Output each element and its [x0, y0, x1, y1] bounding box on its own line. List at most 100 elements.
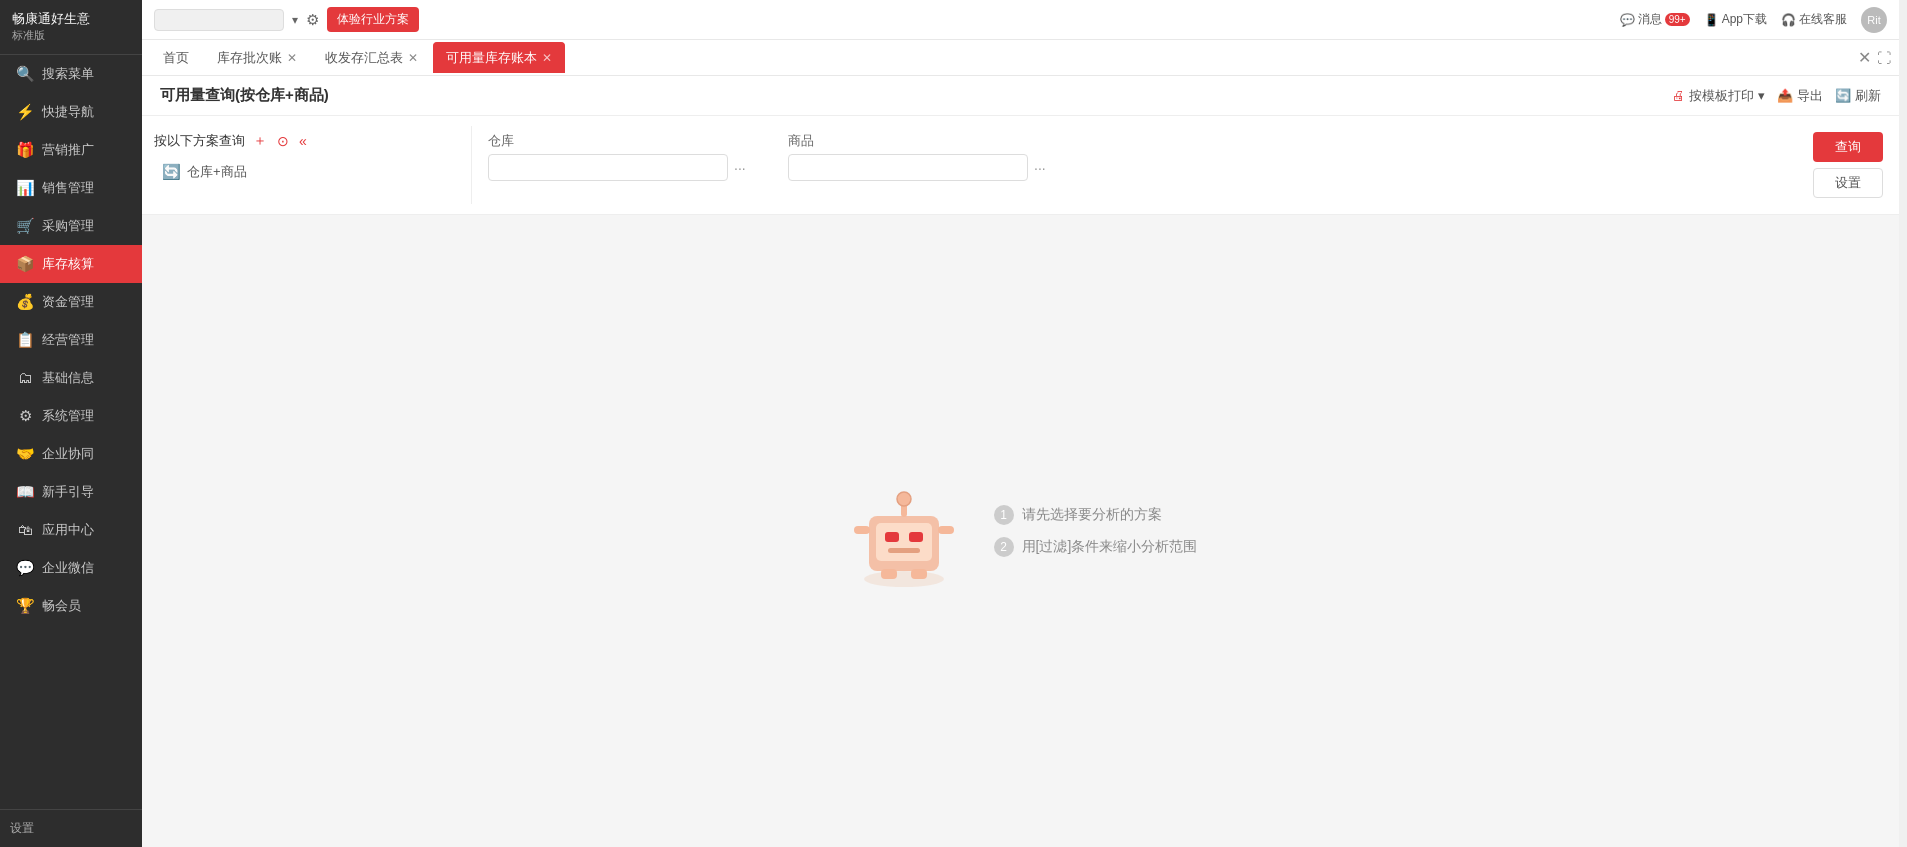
page-actions: 🖨 按模板打印 ▾ 📤 导出 🔄 刷新 [1672, 87, 1881, 105]
svg-rect-5 [888, 548, 920, 553]
right-scrollbar[interactable] [1899, 0, 1907, 847]
empty-num-1: 1 [994, 505, 1014, 525]
sidebar-label-sales: 销售管理 [42, 179, 94, 197]
topbar-industry-button[interactable]: 体验行业方案 [327, 7, 419, 32]
sidebar-item-finance[interactable]: 💰 资金管理 [0, 283, 142, 321]
app-version: 标准版 [12, 28, 130, 43]
tab-close-available-ledger[interactable]: ✕ [542, 52, 552, 64]
sidebar-item-sales[interactable]: 📊销售管理 [0, 169, 142, 207]
sidebar-label-operations: 经营管理 [42, 331, 94, 349]
avatar[interactable]: Rit [1861, 7, 1887, 33]
sidebar-icon-enterprise: 🤝 [16, 445, 34, 463]
message-label: 消息 [1638, 11, 1662, 28]
sidebar-item-basic[interactable]: 🗂基础信息 [0, 359, 142, 397]
print-action[interactable]: 🖨 按模板打印 ▾ [1672, 87, 1765, 105]
tab-label-batch-account: 库存批次账 [217, 49, 282, 67]
tab-batch-account[interactable]: 库存批次账 ✕ [204, 42, 310, 73]
tab-close-batch-account[interactable]: ✕ [287, 52, 297, 64]
topbar-message[interactable]: 💬 消息 99+ [1620, 11, 1690, 28]
sidebar-item-member[interactable]: 🏆畅会员 [0, 587, 142, 625]
avatar-label: Rit [1861, 7, 1887, 33]
sidebar-item-shortcut[interactable]: ⚡快捷导航 [0, 93, 142, 131]
settings-button[interactable]: 设置 [1813, 168, 1883, 198]
filter-product-more-button[interactable]: ··· [1034, 160, 1046, 176]
scheme-item-warehouse-product[interactable]: 🔄仓库+商品 [154, 158, 459, 186]
refresh-action[interactable]: 🔄 刷新 [1835, 87, 1881, 105]
sidebar-item-operations[interactable]: 📋 经营管理 [0, 321, 142, 359]
topbar-dropdown-button[interactable]: ▾ [292, 13, 298, 27]
sidebar-label-basic: 基础信息 [42, 369, 94, 387]
filter-product-field: 商品 ··· [788, 132, 1068, 181]
filter-section: 按以下方案查询 ＋ ⊙ « 🔄仓库+商品 仓库 ··· 商品 [142, 116, 1899, 215]
sidebar-item-wxwork[interactable]: 💬企业微信 [0, 549, 142, 587]
topbar: ▾ ⚙ 体验行业方案 💬 消息 99+ 📱 App下载 🎧 在线客服 Rit [142, 0, 1899, 40]
tab-home[interactable]: 首页 [150, 42, 202, 73]
refresh-label: 刷新 [1855, 87, 1881, 105]
sidebar-item-search[interactable]: 🔍搜索菜单 [0, 55, 142, 93]
sidebar-footer[interactable]: 设置 [0, 809, 142, 847]
sidebar-item-purchase[interactable]: 🛒采购管理 [0, 207, 142, 245]
tabs-expand-button[interactable]: ⛶ [1877, 50, 1891, 66]
empty-illustration [844, 471, 964, 591]
svg-rect-3 [885, 532, 899, 542]
filter-warehouse-more-button[interactable]: ··· [734, 160, 746, 176]
app-name: 畅康通好生意 [12, 10, 130, 28]
sidebar-item-appstore[interactable]: 🛍应用中心 [0, 511, 142, 549]
svg-point-0 [864, 571, 944, 587]
topbar-support[interactable]: 🎧 在线客服 [1781, 11, 1847, 28]
sidebar-item-newbie[interactable]: 📖新手引导 [0, 473, 142, 511]
sidebar-icon-system: ⚙ [16, 407, 34, 425]
query-button[interactable]: 查询 [1813, 132, 1883, 162]
filter-add-scheme-button[interactable]: ＋ [251, 132, 269, 150]
tab-close-recv-summary[interactable]: ✕ [408, 52, 418, 64]
empty-hint-2: 2 用[过滤]条件来缩小分析范围 [994, 537, 1198, 557]
svg-rect-2 [876, 523, 932, 561]
sidebar-label-marketing: 营销推广 [42, 141, 94, 159]
tab-label-recv-summary: 收发存汇总表 [325, 49, 403, 67]
query-actions: 查询 设置 [1797, 126, 1899, 204]
filter-product-input[interactable] [788, 154, 1028, 181]
topbar-app-download[interactable]: 📱 App下载 [1704, 11, 1767, 28]
tab-recv-summary[interactable]: 收发存汇总表 ✕ [312, 42, 431, 73]
tab-available-ledger[interactable]: 可用量库存账本 ✕ [433, 42, 565, 73]
tabs-actions: ✕ ⛶ [1858, 48, 1891, 67]
sidebar-icon-marketing: 🎁 [16, 141, 34, 159]
sidebar-icon-member: 🏆 [16, 597, 34, 615]
filter-scheme-header: 按以下方案查询 ＋ ⊙ « [154, 132, 459, 150]
sidebar-icon-search: 🔍 [16, 65, 34, 83]
sidebar-footer-label: 设置 [10, 821, 34, 835]
filter-collapse-button[interactable]: « [297, 133, 309, 149]
filter-left: 按以下方案查询 ＋ ⊙ « 🔄仓库+商品 [142, 126, 472, 204]
app-logo: 畅康通好生意 标准版 [0, 0, 142, 55]
tabs-close-button[interactable]: ✕ [1858, 48, 1871, 67]
filter-warehouse-row: ··· [488, 154, 768, 181]
refresh-icon: 🔄 [1835, 88, 1851, 103]
export-label: 导出 [1797, 87, 1823, 105]
empty-hint-2-text: 用[过滤]条件来缩小分析范围 [1022, 538, 1198, 556]
sidebar-item-system[interactable]: ⚙系统管理 [0, 397, 142, 435]
filter-setting-button[interactable]: ⊙ [275, 133, 291, 149]
svg-rect-9 [938, 526, 954, 534]
export-action[interactable]: 📤 导出 [1777, 87, 1823, 105]
export-icon: 📤 [1777, 88, 1793, 103]
empty-hint-1-text: 请先选择要分析的方案 [1022, 506, 1162, 524]
sidebar-icon-newbie: 📖 [16, 483, 34, 501]
message-badge: 99+ [1665, 13, 1690, 26]
sidebar-icon-finance: 💰 [16, 293, 34, 311]
tab-label-available-ledger: 可用量库存账本 [446, 49, 537, 67]
page-header: 可用量查询(按仓库+商品) 🖨 按模板打印 ▾ 📤 导出 🔄 刷新 [142, 76, 1899, 116]
svg-rect-8 [854, 526, 870, 534]
sidebar-item-inventory[interactable]: 📦库存核算 [0, 245, 142, 283]
sidebar-icon-operations: 📋 [16, 331, 34, 349]
sidebar-item-marketing[interactable]: 🎁 营销推广 [0, 131, 142, 169]
topbar-gear-button[interactable]: ⚙ [306, 11, 319, 29]
support-label: 在线客服 [1799, 11, 1847, 28]
sidebar-icon-shortcut: ⚡ [16, 103, 34, 121]
topbar-search-input[interactable] [154, 9, 284, 31]
filter-warehouse-label: 仓库 [488, 132, 768, 150]
filter-right: 仓库 ··· 商品 ··· [472, 126, 1797, 204]
sidebar-item-enterprise[interactable]: 🤝企业协同 [0, 435, 142, 473]
sidebar-label-finance: 资金管理 [42, 293, 94, 311]
app-download-label: App下载 [1722, 11, 1767, 28]
filter-warehouse-input[interactable] [488, 154, 728, 181]
